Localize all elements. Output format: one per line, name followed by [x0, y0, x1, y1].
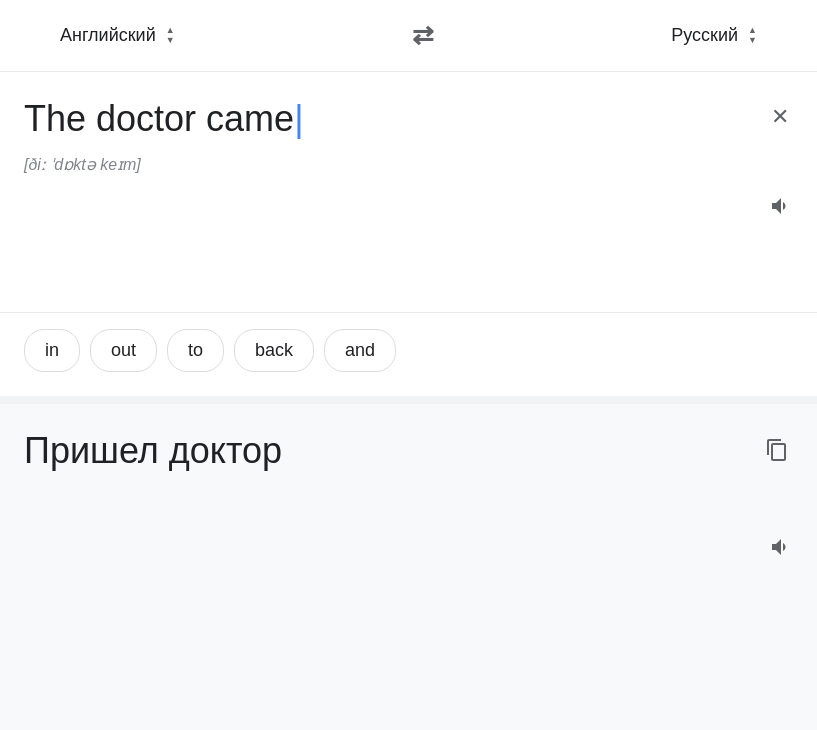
target-language-selector[interactable]: Русский ▲ ▼ [671, 25, 757, 46]
suggestions-area: in out to back and [0, 312, 817, 396]
translation-bottom-bar [24, 535, 793, 565]
source-text-display[interactable]: The doctor came [24, 96, 759, 143]
suggestion-chip-in[interactable]: in [24, 329, 80, 372]
source-input-area: The doctor came ✕ [24, 96, 793, 143]
suggestion-chip-to[interactable]: to [167, 329, 224, 372]
copy-icon [765, 438, 789, 462]
speaker-icon-translation [769, 535, 793, 559]
target-language-arrows: ▲ ▼ [748, 26, 757, 46]
swap-languages-button[interactable]: ⇄ [412, 20, 434, 51]
translation-speaker-button[interactable] [769, 535, 793, 565]
panel-divider [0, 396, 817, 404]
source-speaker-button[interactable] [769, 194, 793, 224]
source-language-arrows: ▲ ▼ [166, 26, 175, 46]
arrow-down-icon-2: ▼ [748, 36, 757, 46]
suggestion-chip-out[interactable]: out [90, 329, 157, 372]
copy-button[interactable] [761, 434, 793, 471]
translation-text: Пришел доктор [24, 428, 282, 475]
source-bottom-bar [24, 194, 793, 232]
pronunciation-text: [ðiː ˈdɒktə keɪm] [24, 155, 793, 174]
speaker-icon [769, 194, 793, 218]
clear-button[interactable]: ✕ [767, 100, 793, 134]
suggestion-chip-and[interactable]: and [324, 329, 396, 372]
target-language-label: Русский [671, 25, 738, 46]
source-language-selector[interactable]: Английский ▲ ▼ [60, 25, 175, 46]
translation-panel: Пришел доктор [0, 404, 817, 730]
swap-icon: ⇄ [412, 20, 434, 51]
language-bar: Английский ▲ ▼ ⇄ Русский ▲ ▼ [0, 0, 817, 72]
close-icon: ✕ [771, 104, 789, 129]
arrow-down-icon: ▼ [166, 36, 175, 46]
suggestions-list: in out to back and [24, 329, 793, 372]
suggestion-chip-back[interactable]: back [234, 329, 314, 372]
source-language-label: Английский [60, 25, 156, 46]
app-container: Английский ▲ ▼ ⇄ Русский ▲ ▼ The doctor … [0, 0, 817, 730]
source-panel: The doctor came ✕ [ðiː ˈdɒktə keɪm] [0, 72, 817, 312]
